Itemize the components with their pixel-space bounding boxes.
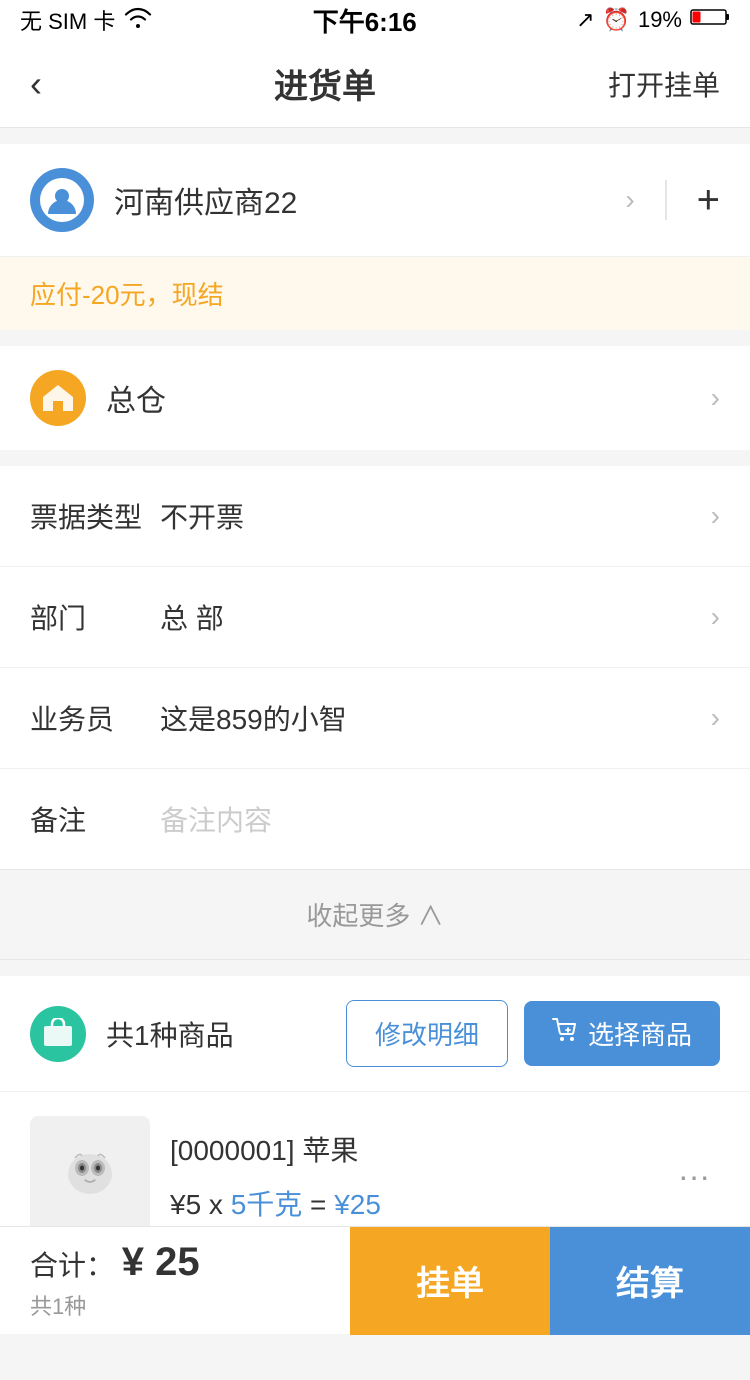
remark-label: 备注: [30, 799, 160, 839]
collapse-section[interactable]: 收起更多 ∧: [0, 869, 750, 960]
warehouse-icon: [30, 370, 86, 426]
invoice-row[interactable]: 票据类型 不开票 ›: [0, 466, 750, 567]
product-count: 共1种商品: [106, 1014, 346, 1054]
total-label: 合计：: [30, 1250, 114, 1281]
status-bar: 无 SIM 卡 下午6:16 ↗ ⏰ 19%: [0, 0, 750, 40]
supplier-arrow-icon: ›: [625, 184, 634, 216]
product-count-icon: [30, 1006, 86, 1062]
edit-detail-button[interactable]: 修改明细: [346, 1000, 508, 1067]
product-thumbnail: [30, 1116, 150, 1236]
invoice-label: 票据类型: [30, 496, 160, 536]
battery-label: 19%: [638, 7, 682, 33]
supplier-notice: 应付-20元，现结: [0, 257, 750, 330]
invoice-arrow-icon: ›: [711, 500, 720, 532]
cart-icon: [552, 1018, 580, 1049]
product-name: [0000001] 苹果: [170, 1129, 668, 1169]
settle-button[interactable]: 结算: [550, 1227, 750, 1335]
pending-button[interactable]: 挂单: [350, 1227, 550, 1335]
select-product-label: 选择商品: [588, 1015, 692, 1052]
footer: 合计： ¥ 25 共1种 挂单 结算: [0, 1226, 750, 1334]
battery-icon: [690, 7, 730, 33]
product-more-button[interactable]: ···: [668, 1148, 720, 1205]
salesman-value: 这是859的小智: [160, 698, 711, 738]
salesman-arrow-icon: ›: [711, 702, 720, 734]
total-sub: 共1种: [30, 1289, 320, 1321]
product-title: 苹果: [302, 1135, 358, 1166]
select-product-button[interactable]: 选择商品: [524, 1001, 720, 1066]
total-amount: ¥ 25: [122, 1240, 200, 1284]
department-value: 总 部: [160, 597, 711, 637]
total-price: ¥25: [334, 1189, 381, 1220]
supplier-avatar: [30, 168, 94, 232]
collapse-button[interactable]: 收起更多 ∧: [306, 901, 443, 931]
salesman-label: 业务员: [30, 698, 160, 738]
wifi-icon: [123, 6, 153, 34]
product-info: [0000001] 苹果 ¥5 x 5千克 = ¥25: [170, 1129, 668, 1223]
form-section: 票据类型 不开票 › 部门 总 部 › 业务员 这是859的小智 › 备注 备注…: [0, 466, 750, 869]
supplier-row[interactable]: 河南供应商22 › +: [0, 144, 750, 257]
status-left: 无 SIM 卡: [20, 4, 153, 36]
warehouse-arrow-icon: ›: [711, 382, 720, 414]
department-row[interactable]: 部门 总 部 ›: [0, 567, 750, 668]
carrier-label: 无 SIM 卡: [20, 4, 115, 36]
unit-price: ¥5 x: [170, 1189, 231, 1220]
product-thumb-owl-icon: [55, 1136, 125, 1216]
status-time: 下午6:16: [313, 2, 417, 39]
back-button[interactable]: ‹: [30, 63, 42, 105]
equals: =: [302, 1189, 334, 1220]
warehouse-name: 总仓: [106, 376, 711, 420]
salesman-row[interactable]: 业务员 这是859的小智 ›: [0, 668, 750, 769]
product-code: [0000001]: [170, 1135, 302, 1166]
supplier-name: 河南供应商22: [114, 178, 625, 222]
warehouse-section: 总仓 ›: [0, 346, 750, 450]
warehouse-row[interactable]: 总仓 ›: [0, 346, 750, 450]
footer-total: 合计： ¥ 25 共1种: [0, 1240, 350, 1321]
quantity: 5千克: [231, 1189, 303, 1220]
content: 河南供应商22 › + 应付-20元，现结 总仓 › 票据类型 不开票 ›: [0, 144, 750, 1380]
product-price: ¥5 x 5千克 = ¥25: [170, 1183, 668, 1223]
location-icon: ↗: [576, 7, 594, 33]
products-header: 共1种商品 修改明细 选择商品: [0, 976, 750, 1092]
page-title: 进货单: [274, 59, 376, 108]
status-right: ↗ ⏰ 19%: [576, 7, 730, 33]
remark-row[interactable]: 备注 备注内容: [0, 769, 750, 869]
supplier-divider: [665, 180, 667, 220]
invoice-value: 不开票: [160, 496, 711, 536]
products-section: 共1种商品 修改明细 选择商品: [0, 976, 750, 1260]
remark-input[interactable]: 备注内容: [160, 799, 720, 839]
department-label: 部门: [30, 597, 160, 637]
open-pending-button[interactable]: 打开挂单: [608, 64, 720, 104]
alarm-icon: ⏰: [603, 7, 630, 33]
supplier-section: 河南供应商22 › + 应付-20元，现结: [0, 144, 750, 330]
supplier-add-button[interactable]: +: [697, 178, 720, 223]
department-arrow-icon: ›: [711, 601, 720, 633]
nav-bar: ‹ 进货单 打开挂单: [0, 40, 750, 128]
